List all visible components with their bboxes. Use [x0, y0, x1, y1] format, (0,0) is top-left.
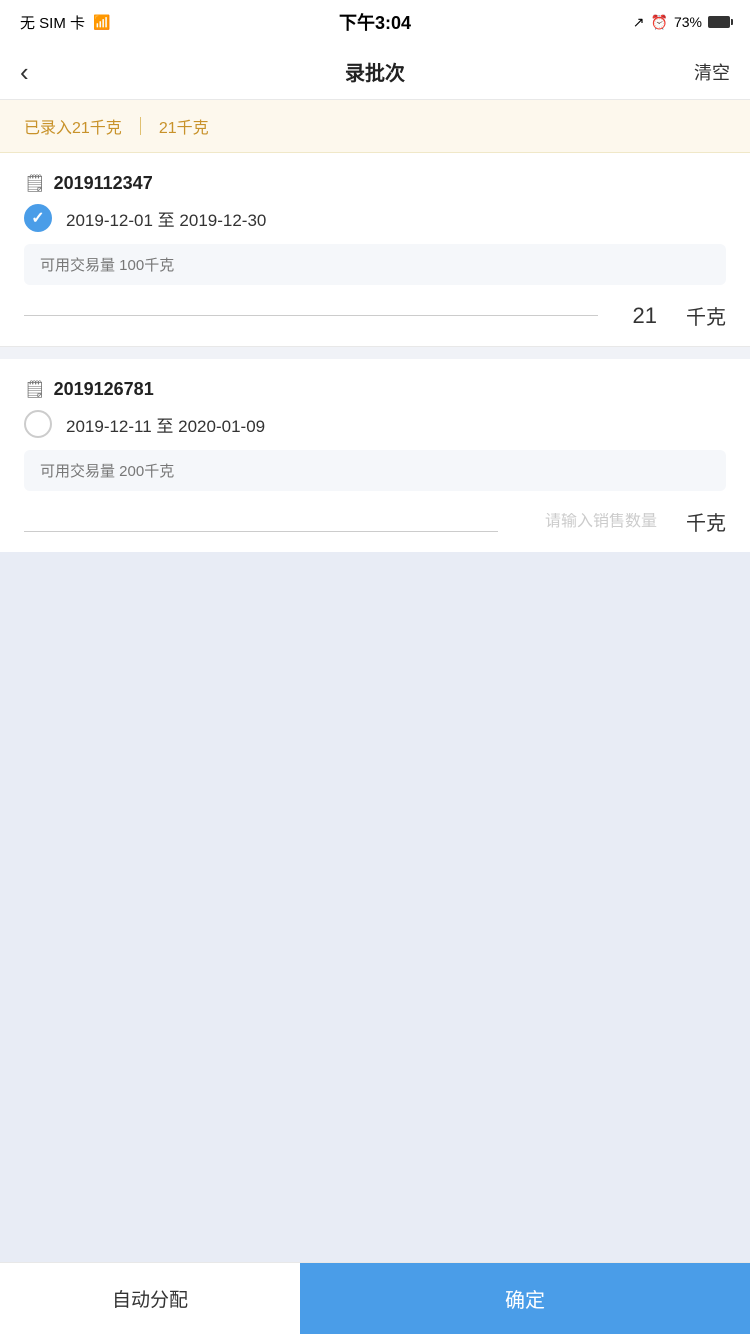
batch-id-1: 2019112347 [54, 173, 153, 194]
batch-qty-row-1: 可用交易量 100千克 [24, 244, 726, 285]
empty-area [0, 552, 750, 1262]
battery-icon [708, 16, 730, 28]
status-right: ↗ ⏰ 73% [633, 14, 730, 31]
confirm-button[interactable]: 确定 [300, 1263, 750, 1334]
radio-1[interactable] [24, 204, 52, 232]
radio-2[interactable] [24, 410, 52, 438]
batch-header-1: 🗒 2019112347 [24, 173, 726, 194]
info-amount: 21千克 [159, 114, 209, 138]
back-button[interactable]: ‹ [20, 59, 29, 85]
auto-distribute-button[interactable]: 自动分配 [0, 1263, 300, 1334]
alarm-icon: ⏰ [651, 14, 668, 31]
qty-input-2[interactable] [512, 513, 672, 531]
batch-date-2: 2019-12-11 至 2020-01-09 [66, 412, 265, 437]
carrier-label: 无 SIM 卡 [20, 12, 85, 33]
page-title: 录批次 [345, 57, 405, 86]
recorded-label: 已录入21千克 [24, 114, 122, 138]
batch-icon-1: 🗒 [24, 174, 46, 194]
batch-date-row-1: 2019-12-01 至 2019-12-30 [24, 204, 726, 232]
status-time: 下午3:04 [339, 9, 411, 35]
location-icon: ↗ [633, 14, 645, 31]
qty-input-1[interactable] [612, 303, 672, 329]
batch-item-2: 🗒 2019126781 2019-12-11 至 2020-01-09 可用交… [0, 359, 750, 491]
batch-qty-text-1: 可用交易量 100千克 [40, 257, 174, 274]
nav-bar: ‹ 录批次 清空 [0, 44, 750, 100]
section-gap [0, 347, 750, 359]
info-banner: 已录入21千克 21千克 [0, 100, 750, 153]
input-row-2: 千克 [0, 491, 750, 552]
wifi-icon: 📶 [93, 14, 110, 31]
qty-unit-2: 千克 [686, 507, 726, 536]
batch-qty-row-2: 可用交易量 200千克 [24, 450, 726, 491]
info-divider [140, 117, 141, 135]
batch-id-2: 2019126781 [54, 379, 154, 400]
status-bar: 无 SIM 卡 📶 下午3:04 ↗ ⏰ 73% [0, 0, 750, 44]
battery-percent: 73% [674, 14, 702, 30]
qty-unit-1: 千克 [686, 301, 726, 330]
batch-item-1: 🗒 2019112347 2019-12-01 至 2019-12-30 可用交… [0, 153, 750, 285]
status-left: 无 SIM 卡 📶 [20, 12, 110, 33]
bottom-bar: 自动分配 确定 [0, 1262, 750, 1334]
batch-date-row-2: 2019-12-11 至 2020-01-09 [24, 410, 726, 438]
batch-card-2: 🗒 2019126781 2019-12-11 至 2020-01-09 可用交… [0, 359, 750, 552]
content-area: 已录入21千克 21千克 🗒 2019112347 2019-12-01 至 2… [0, 100, 750, 1334]
batch-icon-2: 🗒 [24, 380, 46, 400]
batch-card-1: 🗒 2019112347 2019-12-01 至 2019-12-30 可用交… [0, 153, 750, 347]
batch-header-2: 🗒 2019126781 [24, 379, 726, 400]
clear-button[interactable]: 清空 [694, 59, 730, 85]
batch-qty-text-2: 可用交易量 200千克 [40, 463, 174, 480]
input-row-1: 千克 [0, 285, 750, 347]
batch-date-1: 2019-12-01 至 2019-12-30 [66, 206, 266, 231]
